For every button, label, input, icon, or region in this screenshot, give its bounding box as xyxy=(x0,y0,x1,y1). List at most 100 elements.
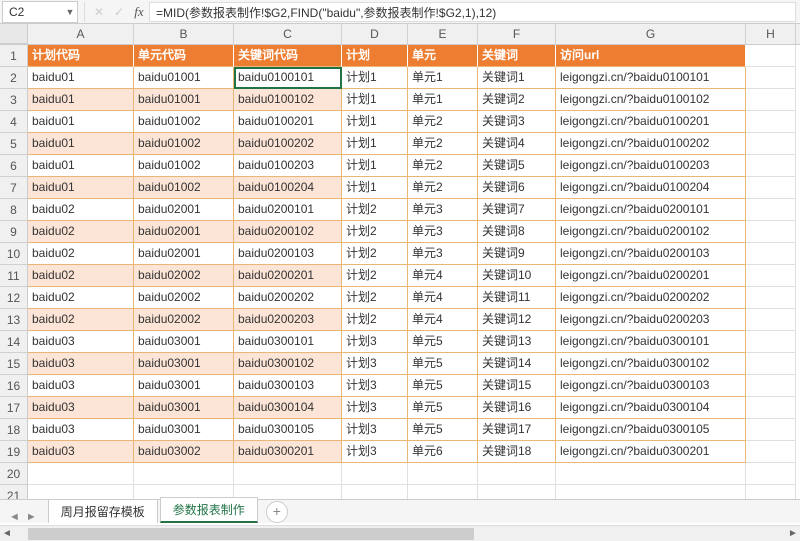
cell[interactable] xyxy=(746,287,796,309)
cell[interactable]: 计划1 xyxy=(342,67,408,89)
cell[interactable]: baidu01002 xyxy=(134,133,234,155)
cell[interactable]: 单元5 xyxy=(408,331,478,353)
row-header[interactable]: 17 xyxy=(0,397,28,419)
cell[interactable]: leigongzi.cn/?baidu0200203 xyxy=(556,309,746,331)
cell[interactable]: 关键词2 xyxy=(478,89,556,111)
row-header[interactable]: 18 xyxy=(0,419,28,441)
header-cell[interactable] xyxy=(746,45,796,67)
cell[interactable]: baidu02002 xyxy=(134,265,234,287)
cell[interactable]: baidu01 xyxy=(28,155,134,177)
cell[interactable] xyxy=(746,133,796,155)
cell[interactable]: 关键词8 xyxy=(478,221,556,243)
cell[interactable] xyxy=(746,331,796,353)
column-header-C[interactable]: C xyxy=(234,24,342,44)
cell[interactable] xyxy=(408,463,478,485)
cell[interactable] xyxy=(746,199,796,221)
column-header-D[interactable]: D xyxy=(342,24,408,44)
cell[interactable]: 计划2 xyxy=(342,243,408,265)
cell[interactable] xyxy=(746,375,796,397)
sheet-tab-1[interactable]: 周月报留存模板 xyxy=(48,499,158,523)
scroll-left-icon[interactable]: ◄ xyxy=(0,528,14,539)
row-header[interactable]: 2 xyxy=(0,67,28,89)
row-header[interactable]: 13 xyxy=(0,309,28,331)
column-header-F[interactable]: F xyxy=(478,24,556,44)
cell[interactable]: leigongzi.cn/?baidu0300201 xyxy=(556,441,746,463)
row-header[interactable]: 12 xyxy=(0,287,28,309)
cell[interactable]: baidu01002 xyxy=(134,111,234,133)
cell[interactable]: 关键词9 xyxy=(478,243,556,265)
row-header[interactable]: 20 xyxy=(0,463,28,485)
cell[interactable]: leigongzi.cn/?baidu0100102 xyxy=(556,89,746,111)
cell[interactable]: baidu03 xyxy=(28,353,134,375)
cell[interactable] xyxy=(746,155,796,177)
cell[interactable]: baidu03 xyxy=(28,331,134,353)
cell[interactable]: baidu02 xyxy=(28,243,134,265)
cell[interactable]: leigongzi.cn/?baidu0100101 xyxy=(556,67,746,89)
cell[interactable]: 计划3 xyxy=(342,419,408,441)
cell[interactable]: baidu01002 xyxy=(134,155,234,177)
cell[interactable]: baidu01001 xyxy=(134,89,234,111)
cell[interactable]: leigongzi.cn/?baidu0100203 xyxy=(556,155,746,177)
cell[interactable] xyxy=(746,441,796,463)
cell[interactable]: leigongzi.cn/?baidu0200103 xyxy=(556,243,746,265)
header-cell[interactable]: 计划 xyxy=(342,45,408,67)
cell[interactable]: baidu03001 xyxy=(134,397,234,419)
cell[interactable]: 单元3 xyxy=(408,221,478,243)
cell[interactable]: baidu02002 xyxy=(134,309,234,331)
row-header[interactable]: 4 xyxy=(0,111,28,133)
cell[interactable]: 单元4 xyxy=(408,287,478,309)
cell[interactable]: 单元3 xyxy=(408,199,478,221)
cell[interactable]: baidu0200201 xyxy=(234,265,342,287)
cell[interactable]: baidu0100201 xyxy=(234,111,342,133)
cell[interactable]: baidu02001 xyxy=(134,243,234,265)
name-box[interactable]: C2 ▼ xyxy=(2,1,78,23)
cell[interactable]: leigongzi.cn/?baidu0300101 xyxy=(556,331,746,353)
cell[interactable]: leigongzi.cn/?baidu0100201 xyxy=(556,111,746,133)
cell[interactable]: baidu02 xyxy=(28,287,134,309)
cell[interactable]: 计划1 xyxy=(342,89,408,111)
row-header[interactable]: 11 xyxy=(0,265,28,287)
formula-input[interactable]: =MID(参数报表制作!$G2,FIND("baidu",参数报表制作!$G2,… xyxy=(149,2,796,22)
cell[interactable]: leigongzi.cn/?baidu0300103 xyxy=(556,375,746,397)
selected-cell[interactable]: baidu0100101 xyxy=(234,67,342,89)
cell[interactable] xyxy=(342,463,408,485)
cell[interactable]: 关键词5 xyxy=(478,155,556,177)
cell[interactable]: leigongzi.cn/?baidu0300104 xyxy=(556,397,746,419)
cell[interactable]: 单元1 xyxy=(408,67,478,89)
cell[interactable]: leigongzi.cn/?baidu0200102 xyxy=(556,221,746,243)
cell[interactable] xyxy=(556,463,746,485)
scroll-thumb[interactable] xyxy=(28,528,474,540)
cell[interactable]: baidu01 xyxy=(28,111,134,133)
column-header-G[interactable]: G xyxy=(556,24,746,44)
cell[interactable]: baidu03001 xyxy=(134,419,234,441)
row-header[interactable]: 8 xyxy=(0,199,28,221)
cell[interactable]: 关键词13 xyxy=(478,331,556,353)
cell[interactable]: baidu0200103 xyxy=(234,243,342,265)
cell[interactable]: baidu03 xyxy=(28,419,134,441)
cell[interactable]: leigongzi.cn/?baidu0100204 xyxy=(556,177,746,199)
cell[interactable] xyxy=(746,89,796,111)
scroll-right-icon[interactable]: ► xyxy=(786,528,800,539)
cell[interactable] xyxy=(134,463,234,485)
tab-nav-next-icon[interactable]: ► xyxy=(26,511,37,523)
cell[interactable]: leigongzi.cn/?baidu0200101 xyxy=(556,199,746,221)
cell[interactable]: 单元1 xyxy=(408,89,478,111)
column-header-B[interactable]: B xyxy=(134,24,234,44)
cell[interactable]: baidu0100202 xyxy=(234,133,342,155)
cell[interactable]: baidu0300201 xyxy=(234,441,342,463)
cell[interactable]: 计划3 xyxy=(342,441,408,463)
cell[interactable]: 关键词12 xyxy=(478,309,556,331)
cell[interactable]: 关键词15 xyxy=(478,375,556,397)
cell[interactable]: baidu03 xyxy=(28,397,134,419)
cell[interactable]: 计划3 xyxy=(342,331,408,353)
cell[interactable]: 计划2 xyxy=(342,309,408,331)
cell[interactable]: 计划1 xyxy=(342,111,408,133)
cell[interactable]: 单元4 xyxy=(408,309,478,331)
cell[interactable]: baidu0200203 xyxy=(234,309,342,331)
cell[interactable] xyxy=(746,463,796,485)
horizontal-scrollbar[interactable]: ◄ ► xyxy=(0,525,800,541)
select-all-corner[interactable] xyxy=(0,24,28,44)
cell[interactable]: 计划2 xyxy=(342,265,408,287)
column-header-E[interactable]: E xyxy=(408,24,478,44)
cell[interactable] xyxy=(746,265,796,287)
